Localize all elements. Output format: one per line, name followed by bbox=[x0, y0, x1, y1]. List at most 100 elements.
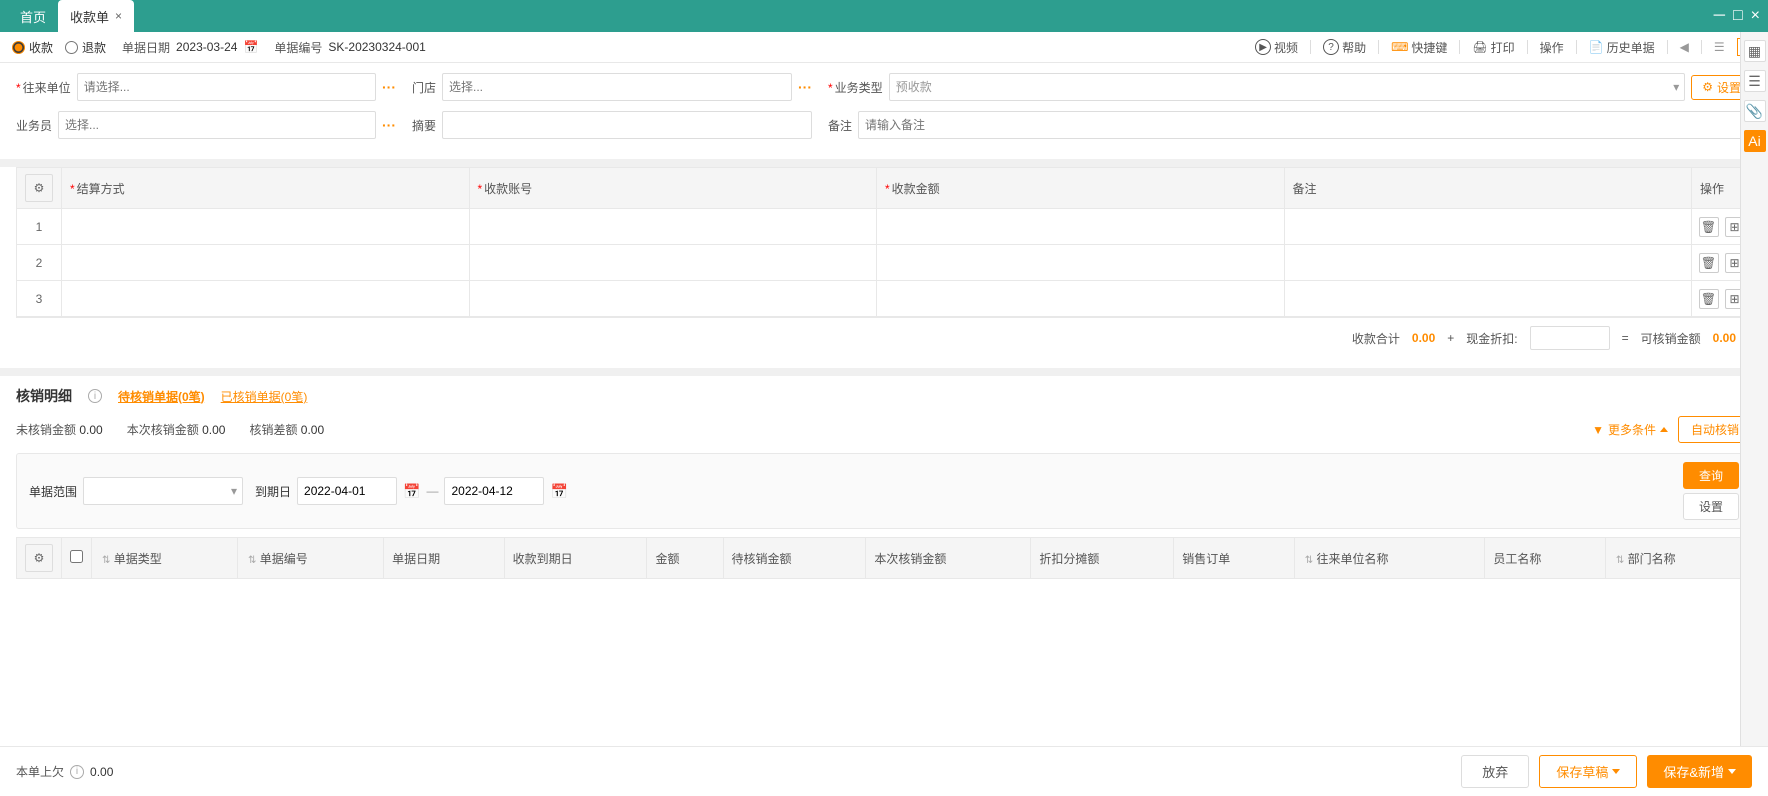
date-to-input[interactable] bbox=[444, 477, 544, 505]
lt-pending-header: 待核销金额 bbox=[723, 538, 866, 579]
business-type-select[interactable]: 预收款 bbox=[889, 73, 1686, 101]
amount-input-1[interactable] bbox=[877, 209, 1284, 244]
partner-more-btn[interactable]: ··· bbox=[382, 79, 396, 95]
amount-input-2[interactable] bbox=[877, 245, 1284, 280]
cal-to-icon[interactable]: 📅 bbox=[550, 483, 567, 500]
done-tab[interactable]: 已核销单据(0笔) bbox=[221, 388, 308, 405]
help-label: 帮助 bbox=[1342, 39, 1366, 56]
filter-icon: ▼ bbox=[1592, 423, 1604, 437]
tab-receipt[interactable]: 收款单 × bbox=[58, 0, 134, 32]
settlement-input-3[interactable] bbox=[62, 281, 469, 316]
account-cell-2 bbox=[469, 245, 877, 281]
abandon-button[interactable]: 放弃 bbox=[1461, 755, 1529, 788]
staff-input[interactable] bbox=[58, 111, 376, 139]
filter-settings-button[interactable]: 设置 bbox=[1683, 493, 1739, 520]
sidebar-attachment-icon[interactable]: 📎 bbox=[1744, 100, 1766, 122]
save-draft-label: 保存草稿 bbox=[1556, 762, 1608, 781]
partner-input[interactable] bbox=[77, 73, 376, 101]
layout-icon[interactable]: ☰ bbox=[1714, 40, 1725, 54]
store-input[interactable] bbox=[442, 73, 792, 101]
discount-label2: 折扣分摊额 bbox=[1039, 552, 1099, 566]
verify-info-icon[interactable]: i bbox=[88, 389, 102, 403]
date-from-input[interactable] bbox=[297, 477, 397, 505]
settings-label: 设置 bbox=[1717, 79, 1741, 96]
refund-radio-label: 退款 bbox=[82, 39, 106, 56]
history-btn[interactable]: 📄 历史单据 bbox=[1589, 39, 1655, 56]
business-type-field: 业务类型 预收款 ⚙ 设置 bbox=[828, 73, 1752, 101]
tab-close-icon[interactable]: × bbox=[115, 9, 122, 23]
staff-more-btn[interactable]: ··· bbox=[382, 117, 396, 133]
more-conditions-btn[interactable]: ▼ 更多条件 bbox=[1592, 421, 1668, 438]
remark-input[interactable] bbox=[858, 111, 1752, 139]
lt-bill-number-header: ⇅ 单据编号 bbox=[238, 538, 384, 579]
lt-gear-btn[interactable]: ⚙ bbox=[25, 544, 53, 572]
sidebar-ai-icon[interactable]: Ai bbox=[1744, 130, 1766, 152]
sidebar-list-icon[interactable]: ☰ bbox=[1744, 70, 1766, 92]
window-controls: ─ □ × bbox=[1714, 7, 1760, 25]
shortcut-btn[interactable]: ⌨ 快捷键 bbox=[1391, 39, 1447, 56]
summary-input[interactable] bbox=[442, 111, 812, 139]
amount-input-3[interactable] bbox=[877, 281, 1284, 316]
help-btn[interactable]: ? 帮助 bbox=[1323, 39, 1366, 56]
window-close-btn[interactable]: × bbox=[1751, 7, 1760, 25]
verify-section: 核销明细 i 待核销单据(0笔) 已核销单据(0笔) 未核销金额 0.00 本次… bbox=[0, 368, 1768, 589]
lt-due-date-header: 收款到期日 bbox=[504, 538, 647, 579]
pending-tab[interactable]: 待核销单据(0笔) bbox=[118, 388, 205, 405]
last-due-info-icon[interactable]: i bbox=[70, 765, 84, 779]
refund-radio[interactable]: 退款 bbox=[65, 39, 106, 56]
delete-icon-1[interactable]: 🗑 bbox=[1699, 217, 1719, 237]
save-new-button[interactable]: 保存&新增 bbox=[1647, 755, 1752, 788]
discount-input[interactable] bbox=[1530, 326, 1610, 350]
amount-header: 收款金额 bbox=[877, 168, 1285, 209]
shortcut-icon: ⌨ bbox=[1391, 40, 1408, 54]
amount-label: 收款金额 bbox=[885, 182, 940, 196]
account-input-3[interactable] bbox=[470, 281, 877, 316]
tab-home[interactable]: 首页 bbox=[8, 0, 58, 32]
current-value: 0.00 bbox=[202, 423, 225, 437]
print-btn[interactable]: 🖨 打印 bbox=[1472, 39, 1514, 56]
bill-range-select[interactable] bbox=[83, 477, 243, 505]
receipt-radio[interactable]: 收款 bbox=[12, 39, 53, 56]
delete-icon-3[interactable]: 🗑 bbox=[1699, 289, 1719, 309]
operation-btn[interactable]: 操作 bbox=[1540, 39, 1564, 56]
prev-icon[interactable]: ◀ bbox=[1680, 40, 1689, 54]
minimize-btn[interactable]: ─ bbox=[1714, 7, 1725, 25]
save-draft-button[interactable]: 保存草稿 bbox=[1539, 755, 1637, 788]
date-value: 2023-03-24 bbox=[176, 40, 237, 54]
sort-icon2: ⇅ bbox=[248, 555, 256, 566]
footer-buttons: 放弃 保存草稿 保存&新增 bbox=[1461, 755, 1752, 788]
account-cell-3 bbox=[469, 281, 877, 317]
remark-label: 备注 bbox=[828, 117, 852, 134]
remark-input-3[interactable] bbox=[1285, 281, 1692, 316]
remark-input-2[interactable] bbox=[1285, 245, 1692, 280]
ai-icon: Ai bbox=[1748, 133, 1760, 149]
account-input-1[interactable] bbox=[470, 209, 877, 244]
sort-icon4: ⇅ bbox=[1616, 555, 1624, 566]
account-input-2[interactable] bbox=[470, 245, 877, 280]
query-button[interactable]: 查询 bbox=[1683, 462, 1739, 489]
sidebar-table-icon[interactable]: ▦ bbox=[1744, 40, 1766, 62]
summary-label: 摘要 bbox=[412, 117, 436, 134]
divider4 bbox=[1527, 40, 1528, 54]
account-label: 收款账号 bbox=[478, 182, 533, 196]
current-stat: 本次核销金额 0.00 bbox=[127, 421, 226, 438]
lt-bill-type-header: ⇅ 单据类型 bbox=[92, 538, 238, 579]
settlement-input-1[interactable] bbox=[62, 209, 469, 244]
video-btn[interactable]: ▶ 视频 bbox=[1255, 39, 1298, 56]
calendar-icon[interactable]: 📅 bbox=[243, 40, 258, 54]
lt-amount-header: 金额 bbox=[647, 538, 723, 579]
remark-input-1[interactable] bbox=[1285, 209, 1692, 244]
last-due-stat: 本单上欠 i 0.00 bbox=[16, 763, 113, 780]
lt-sales-order-header: 销售订单 bbox=[1174, 538, 1295, 579]
maximize-btn[interactable]: □ bbox=[1733, 7, 1743, 25]
lt-partner-header: ⇅ 往来单位名称 bbox=[1294, 538, 1485, 579]
select-all-checkbox[interactable] bbox=[70, 550, 83, 563]
bill-range-label: 单据范围 bbox=[29, 483, 77, 500]
store-more-btn[interactable]: ··· bbox=[798, 79, 812, 95]
cal-from-icon[interactable]: 📅 bbox=[403, 483, 420, 500]
delete-icon-2[interactable]: 🗑 bbox=[1699, 253, 1719, 273]
table-row: 2 🗑 ⊞ bbox=[17, 245, 1752, 281]
lt-staff-header: 员工名称 bbox=[1485, 538, 1606, 579]
settlement-input-2[interactable] bbox=[62, 245, 469, 280]
table-gear-btn[interactable]: ⚙ bbox=[25, 174, 53, 202]
